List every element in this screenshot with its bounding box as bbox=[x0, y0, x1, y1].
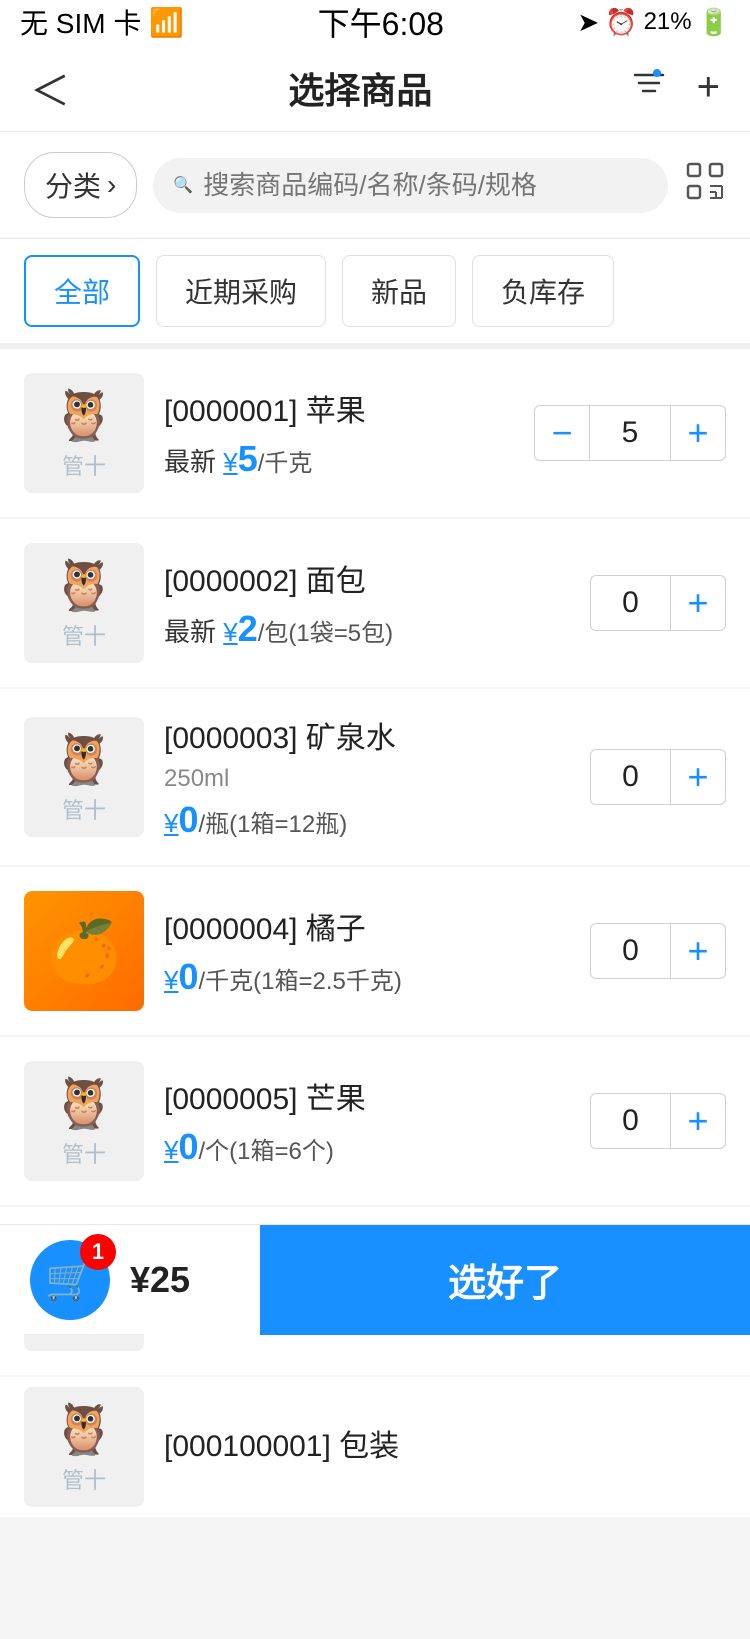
tab-recent[interactable]: 近期采购 bbox=[156, 255, 326, 327]
owl-icon: 🦉 bbox=[53, 1400, 115, 1459]
product-name: [000100001] 包装 bbox=[164, 1421, 726, 1465]
status-time: 下午6:08 bbox=[318, 0, 444, 45]
search-row: 分类 › 🔍 bbox=[0, 132, 750, 239]
back-button[interactable]: ＜ bbox=[30, 59, 90, 117]
product-price: ¥0/瓶(1箱=12瓶) bbox=[164, 799, 570, 841]
quantity-input[interactable] bbox=[590, 575, 670, 631]
cart-badge: 1 bbox=[80, 1234, 116, 1270]
product-price: ¥0/千克(1箱=2.5千克) bbox=[164, 956, 570, 998]
product-name: [0000004] 橘子 bbox=[164, 904, 570, 948]
tab-new[interactable]: 新品 bbox=[342, 255, 456, 327]
owl-icon: 🦉 bbox=[53, 730, 115, 789]
cart-total: ¥25 bbox=[130, 1259, 190, 1301]
list-item: 🦉 管十 [000100001] 包装 bbox=[0, 1377, 750, 1517]
quantity-input[interactable] bbox=[590, 749, 670, 805]
page-title: 选择商品 bbox=[288, 62, 432, 114]
increase-button[interactable]: + bbox=[670, 749, 726, 805]
product-info: [0000001] 苹果 最新 ¥5/千克 bbox=[164, 386, 514, 480]
list-item: 🍊 [0000004] 橘子 ¥0/千克(1箱=2.5千克) + bbox=[0, 867, 750, 1035]
product-image: 🦉 管十 bbox=[24, 1061, 144, 1181]
product-info: [0000002] 面包 最新 ¥2/包(1袋=5包) bbox=[164, 556, 570, 650]
decrease-button[interactable]: − bbox=[534, 405, 590, 461]
search-input[interactable] bbox=[203, 170, 648, 201]
product-info: [0000003] 矿泉水 250ml ¥0/瓶(1箱=12瓶) bbox=[164, 713, 570, 841]
add-button[interactable]: + bbox=[697, 65, 720, 110]
quantity-input[interactable] bbox=[590, 923, 670, 979]
search-icon: 🔍 bbox=[173, 175, 193, 195]
nav-bar: ＜ 选择商品 + bbox=[0, 44, 750, 132]
product-price: ¥0/个(1箱=6个) bbox=[164, 1126, 570, 1168]
scan-icon[interactable] bbox=[684, 160, 726, 210]
cart-button[interactable]: 🛒 1 bbox=[30, 1240, 110, 1320]
bottom-bar: 🛒 1 ¥25 选好了 bbox=[0, 1224, 750, 1334]
product-info: [0000005] 芒果 ¥0/个(1箱=6个) bbox=[164, 1074, 570, 1168]
product-list: 🦉 管十 [0000001] 苹果 最新 ¥5/千克 − + 🦉 管十 [000… bbox=[0, 349, 750, 1639]
filter-icon[interactable] bbox=[631, 65, 667, 110]
product-image: 🦉 管十 bbox=[24, 373, 144, 493]
chevron-right-icon: › bbox=[107, 169, 116, 201]
battery-label: 21% bbox=[644, 8, 692, 36]
owl-icon: 🦉 bbox=[53, 1074, 115, 1133]
location-icon: ➤ bbox=[577, 7, 599, 38]
list-item: 🦉 管十 [0000002] 面包 最新 ¥2/包(1袋=5包) + bbox=[0, 519, 750, 687]
list-item: 🦉 管十 [0000005] 芒果 ¥0/个(1箱=6个) + bbox=[0, 1037, 750, 1205]
category-label: 分类 bbox=[45, 165, 101, 205]
quantity-control: + bbox=[590, 1093, 726, 1149]
product-name: [0000001] 苹果 bbox=[164, 386, 514, 430]
product-info: [000100001] 包装 bbox=[164, 1421, 726, 1473]
nav-actions: + bbox=[631, 65, 720, 110]
quantity-control: − + bbox=[534, 405, 726, 461]
owl-icon: 🦉 bbox=[53, 386, 115, 445]
increase-button[interactable]: + bbox=[670, 575, 726, 631]
product-price: 最新 ¥2/包(1袋=5包) bbox=[164, 608, 570, 650]
product-image: 🍊 bbox=[24, 891, 144, 1011]
wifi-icon: 📶 bbox=[149, 6, 184, 39]
cart-section: 🛒 1 ¥25 bbox=[0, 1240, 260, 1320]
product-image: 🦉 管十 bbox=[24, 717, 144, 837]
battery-icon: 🔋 bbox=[698, 7, 730, 38]
increase-button[interactable]: + bbox=[670, 1093, 726, 1149]
product-name: [0000005] 芒果 bbox=[164, 1074, 570, 1118]
tab-negative[interactable]: 负库存 bbox=[472, 255, 614, 327]
category-button[interactable]: 分类 › bbox=[24, 152, 137, 218]
quantity-control: + bbox=[590, 575, 726, 631]
quantity-input[interactable] bbox=[590, 405, 670, 461]
product-name: [0000002] 面包 bbox=[164, 556, 570, 600]
increase-button[interactable]: + bbox=[670, 405, 726, 461]
tab-all[interactable]: 全部 bbox=[24, 255, 140, 327]
quantity-control: + bbox=[590, 749, 726, 805]
list-item: 🦉 管十 [0000001] 苹果 最新 ¥5/千克 − + bbox=[0, 349, 750, 517]
increase-button[interactable]: + bbox=[670, 923, 726, 979]
alarm-icon: ⏰ bbox=[605, 7, 637, 38]
quantity-input[interactable] bbox=[590, 1093, 670, 1149]
sim-label: 无 SIM 卡 bbox=[20, 2, 141, 42]
search-input-wrap: 🔍 bbox=[153, 158, 668, 213]
tab-row: 全部 近期采购 新品 负库存 bbox=[0, 239, 750, 349]
product-spec: 250ml bbox=[164, 765, 570, 793]
status-right: ➤ ⏰ 21% 🔋 bbox=[577, 7, 730, 38]
list-item: 🦉 管十 [0000003] 矿泉水 250ml ¥0/瓶(1箱=12瓶) + bbox=[0, 689, 750, 865]
quantity-control: + bbox=[590, 923, 726, 979]
product-price: 最新 ¥5/千克 bbox=[164, 438, 514, 480]
confirm-button[interactable]: 选好了 bbox=[260, 1225, 750, 1335]
status-bar: 无 SIM 卡 📶 下午6:08 ➤ ⏰ 21% 🔋 bbox=[0, 0, 750, 44]
owl-icon: 🦉 bbox=[53, 556, 115, 615]
status-left: 无 SIM 卡 📶 bbox=[20, 2, 184, 42]
product-image: 🦉 管十 bbox=[24, 1387, 144, 1507]
orange-image: 🍊 bbox=[24, 891, 144, 1011]
product-info: [0000004] 橘子 ¥0/千克(1箱=2.5千克) bbox=[164, 904, 570, 998]
product-image: 🦉 管十 bbox=[24, 543, 144, 663]
product-name: [0000003] 矿泉水 bbox=[164, 713, 570, 757]
